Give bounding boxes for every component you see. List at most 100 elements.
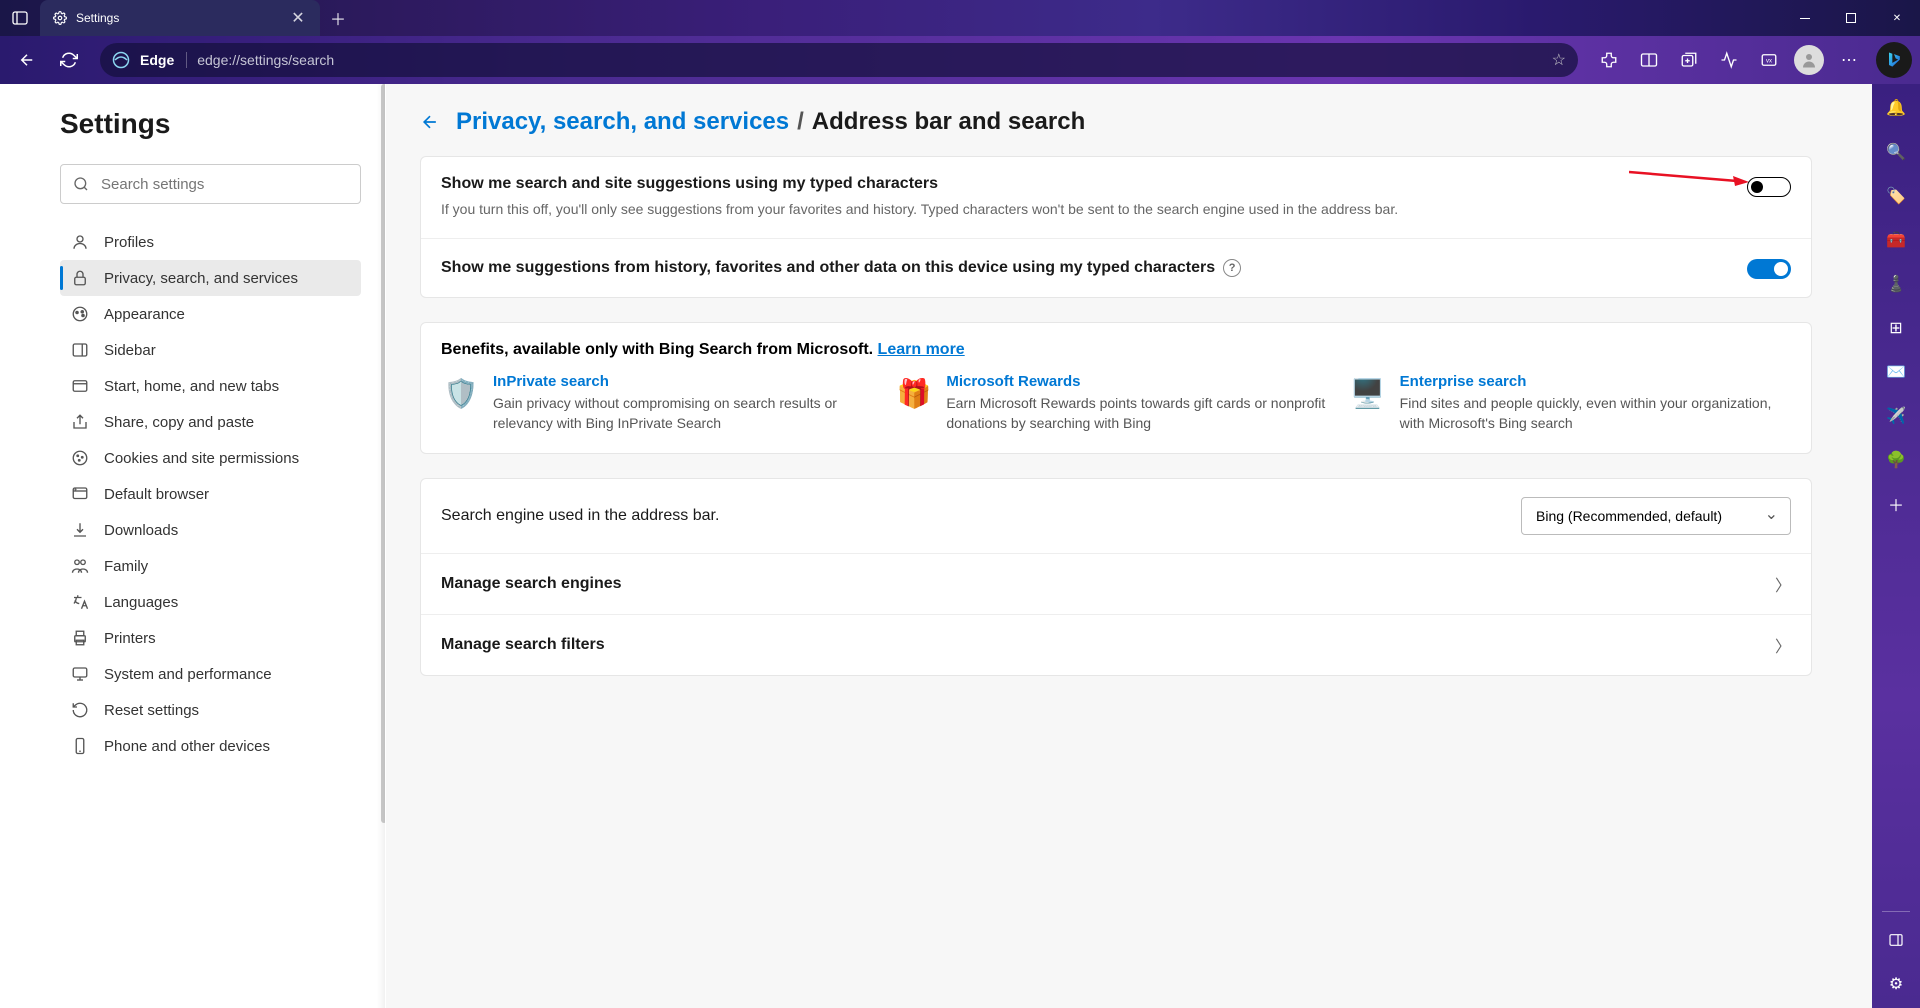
sidebar-item-start[interactable]: Start, home, and new tabs bbox=[60, 368, 361, 404]
tree-icon[interactable]: 🌳 bbox=[1880, 444, 1912, 476]
sidebar-item-appearance[interactable]: Appearance bbox=[60, 296, 361, 332]
sidebar-item-downloads[interactable]: Downloads bbox=[60, 512, 361, 548]
benefit-desc: Find sites and people quickly, even with… bbox=[1400, 394, 1791, 433]
shopping-icon[interactable]: 🏷️ bbox=[1880, 180, 1912, 212]
close-tab-icon[interactable]: ✕ bbox=[288, 8, 308, 28]
nav-label: Cookies and site permissions bbox=[104, 450, 299, 467]
new-tab-button[interactable]: ＋ bbox=[320, 6, 356, 30]
nav-label: Downloads bbox=[104, 522, 178, 539]
performance-icon[interactable] bbox=[1710, 41, 1748, 79]
breadcrumb-sep: / bbox=[797, 108, 804, 136]
nav-label: Profiles bbox=[104, 234, 154, 251]
notifications-icon[interactable]: 🔔 bbox=[1880, 92, 1912, 124]
add-side-icon[interactable]: ＋ bbox=[1880, 488, 1912, 520]
dropdown-value: Bing (Recommended, default) bbox=[1536, 508, 1722, 524]
breadcrumb-parent-link[interactable]: Privacy, search, and services bbox=[456, 108, 789, 136]
browser-toolbar: Edge edge://settings/search ☆ vx ⋯ bbox=[0, 36, 1920, 84]
nav-label: Privacy, search, and services bbox=[104, 270, 298, 287]
help-icon[interactable]: ? bbox=[1223, 259, 1241, 277]
settings-content: Privacy, search, and services / Address … bbox=[386, 84, 1872, 1008]
favorite-icon[interactable]: ☆ bbox=[1552, 50, 1566, 70]
nav-label: Phone and other devices bbox=[104, 738, 270, 755]
search-settings-input[interactable] bbox=[60, 164, 361, 204]
hide-sidebar-icon[interactable] bbox=[1880, 924, 1912, 956]
more-menu-icon[interactable]: ⋯ bbox=[1830, 41, 1868, 79]
office-icon[interactable]: ⊞ bbox=[1880, 312, 1912, 344]
nav-label: Languages bbox=[104, 594, 178, 611]
manage-search-engines-row[interactable]: Manage search engines 〉 bbox=[421, 554, 1811, 615]
close-window-button[interactable]: ✕ bbox=[1874, 0, 1920, 36]
cookie-icon bbox=[70, 449, 90, 467]
local-suggestions-toggle[interactable] bbox=[1747, 259, 1791, 279]
collections-icon[interactable] bbox=[1670, 41, 1708, 79]
sidebar-item-phone[interactable]: Phone and other devices bbox=[60, 728, 361, 764]
benefit-enterprise: 🖥️ Enterprise searchFind sites and peopl… bbox=[1348, 373, 1791, 433]
gear-icon bbox=[52, 10, 68, 26]
sidebar-item-system[interactable]: System and performance bbox=[60, 656, 361, 692]
learn-more-link[interactable]: Learn more bbox=[878, 341, 965, 358]
search-suggestions-toggle[interactable] bbox=[1747, 177, 1791, 197]
chevron-right-icon: 〉 bbox=[1775, 572, 1791, 596]
back-button[interactable] bbox=[8, 41, 46, 79]
setting-title: Show me search and site suggestions usin… bbox=[441, 175, 1731, 193]
window-titlebar: Settings ✕ ＋ ✕ bbox=[0, 0, 1920, 36]
bing-sidebar-button[interactable] bbox=[1876, 42, 1912, 78]
sidebar-item-profiles[interactable]: Profiles bbox=[60, 224, 361, 260]
send-icon[interactable]: ✈️ bbox=[1880, 400, 1912, 432]
edge-right-sidebar: 🔔 🔍 🏷️ 🧰 ♟️ ⊞ ✉️ ✈️ 🌳 ＋ ⚙ bbox=[1872, 84, 1920, 1008]
tools-icon[interactable]: 🧰 bbox=[1880, 224, 1912, 256]
row-label: Manage search engines bbox=[441, 575, 1759, 593]
refresh-button[interactable] bbox=[50, 41, 88, 79]
sidebar-item-share[interactable]: Share, copy and paste bbox=[60, 404, 361, 440]
tab-icon bbox=[70, 377, 90, 395]
maximize-button[interactable] bbox=[1828, 0, 1874, 36]
back-arrow-icon[interactable] bbox=[420, 112, 440, 132]
sidebar-item-reset[interactable]: Reset settings bbox=[60, 692, 361, 728]
profile-avatar[interactable] bbox=[1790, 41, 1828, 79]
nav-label: Share, copy and paste bbox=[104, 414, 254, 431]
search-side-icon[interactable]: 🔍 bbox=[1880, 136, 1912, 168]
nav-label: Default browser bbox=[104, 486, 209, 503]
benefit-title: Microsoft Rewards bbox=[946, 373, 1337, 390]
reset-icon bbox=[70, 701, 90, 719]
url-text: edge://settings/search bbox=[197, 52, 334, 68]
screenshot-icon[interactable]: vx bbox=[1750, 41, 1788, 79]
sidebar-item-sidebar[interactable]: Sidebar bbox=[60, 332, 361, 368]
sidebar-item-default-browser[interactable]: Default browser bbox=[60, 476, 361, 512]
benefit-inprivate: 🛡️ InPrivate searchGain privacy without … bbox=[441, 373, 884, 433]
system-icon bbox=[70, 665, 90, 683]
sidebar-settings-icon[interactable]: ⚙ bbox=[1880, 968, 1912, 1000]
tab-actions-icon[interactable] bbox=[0, 10, 40, 26]
browser-icon bbox=[70, 485, 90, 503]
family-icon bbox=[70, 557, 90, 575]
sidebar-item-printers[interactable]: Printers bbox=[60, 620, 361, 656]
sidebar-item-family[interactable]: Family bbox=[60, 548, 361, 584]
breadcrumb: Privacy, search, and services / Address … bbox=[420, 108, 1812, 136]
outlook-icon[interactable]: ✉️ bbox=[1880, 356, 1912, 388]
games-icon[interactable]: ♟️ bbox=[1880, 268, 1912, 300]
manage-search-filters-row[interactable]: Manage search filters 〉 bbox=[421, 615, 1811, 675]
nav-label: Start, home, and new tabs bbox=[104, 378, 279, 395]
benefit-rewards: 🎁 Microsoft RewardsEarn Microsoft Reward… bbox=[894, 373, 1337, 433]
sidebar-item-cookies[interactable]: Cookies and site permissions bbox=[60, 440, 361, 476]
site-identity: Edge bbox=[140, 52, 187, 68]
share-icon bbox=[70, 413, 90, 431]
search-icon bbox=[73, 176, 89, 192]
search-engine-dropdown[interactable]: Bing (Recommended, default) bbox=[1521, 497, 1791, 535]
browser-tab[interactable]: Settings ✕ bbox=[40, 0, 320, 36]
sidebar-item-privacy[interactable]: Privacy, search, and services bbox=[60, 260, 361, 296]
nav-label: Family bbox=[104, 558, 148, 575]
extensions-icon[interactable] bbox=[1590, 41, 1628, 79]
split-screen-icon[interactable] bbox=[1630, 41, 1668, 79]
address-bar[interactable]: Edge edge://settings/search ☆ bbox=[100, 43, 1578, 77]
setting-title: Show me suggestions from history, favori… bbox=[441, 259, 1215, 277]
row-label: Manage search filters bbox=[441, 636, 1759, 654]
language-icon bbox=[70, 593, 90, 611]
search-settings-field[interactable] bbox=[101, 176, 348, 193]
sidebar-item-languages[interactable]: Languages bbox=[60, 584, 361, 620]
enterprise-icon: 🖥️ bbox=[1348, 373, 1388, 413]
benefit-title: InPrivate search bbox=[493, 373, 884, 390]
scrollbar[interactable] bbox=[381, 84, 386, 823]
minimize-button[interactable] bbox=[1782, 0, 1828, 36]
download-icon bbox=[70, 521, 90, 539]
